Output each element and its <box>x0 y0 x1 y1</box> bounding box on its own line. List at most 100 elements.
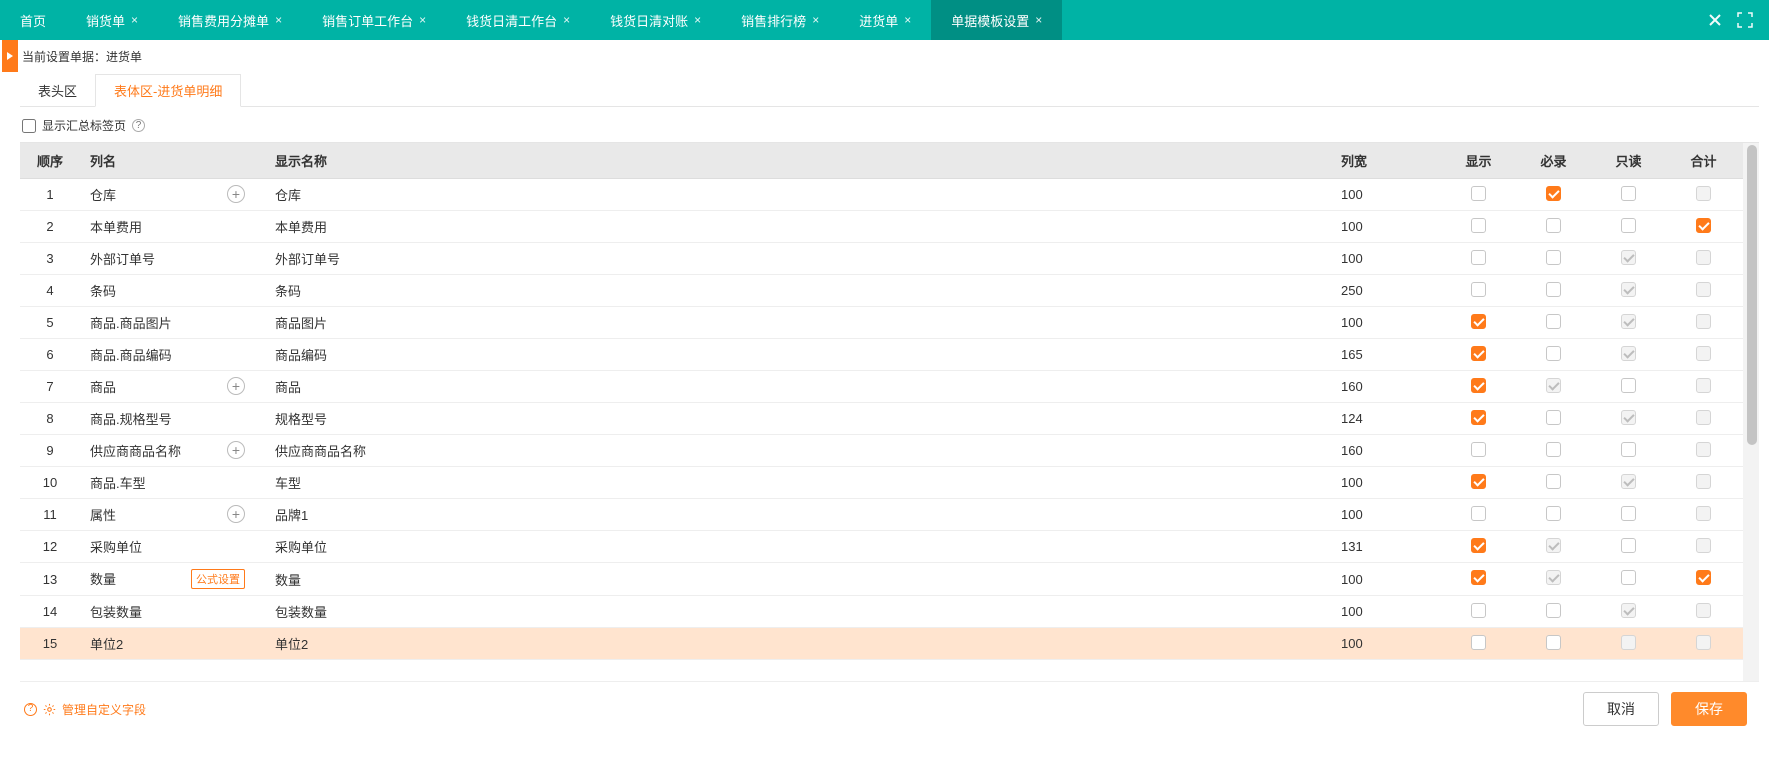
cell-display[interactable]: 品牌1 <box>265 499 1331 531</box>
scrollbar-thumb[interactable] <box>1747 145 1757 445</box>
cell-display[interactable]: 采购单位 <box>265 531 1331 563</box>
checkbox[interactable] <box>1471 314 1486 329</box>
checkbox[interactable] <box>1621 442 1636 457</box>
checkbox[interactable] <box>1471 474 1486 489</box>
close-icon[interactable]: × <box>812 13 819 27</box>
checkbox[interactable] <box>1471 635 1486 650</box>
cell-width[interactable]: 131 <box>1331 531 1441 563</box>
checkbox[interactable] <box>1471 186 1486 201</box>
cell-display[interactable]: 仓库 <box>265 179 1331 211</box>
checkbox[interactable] <box>1471 442 1486 457</box>
cell-display[interactable]: 包装数量 <box>265 596 1331 628</box>
manage-custom-fields-link[interactable]: ? 管理自定义字段 <box>24 701 146 718</box>
cell-display[interactable]: 本单费用 <box>265 211 1331 243</box>
table-row[interactable]: 9供应商商品名称+供应商商品名称160 <box>20 435 1759 467</box>
cell-width[interactable]: 100 <box>1331 243 1441 275</box>
sub-tab-0[interactable]: 表头区 <box>20 75 95 106</box>
close-icon[interactable]: × <box>694 13 701 27</box>
table-row[interactable]: 12采购单位采购单位131 <box>20 531 1759 563</box>
checkbox[interactable] <box>1471 603 1486 618</box>
cell-display[interactable]: 商品编码 <box>265 339 1331 371</box>
help-icon[interactable]: ? <box>24 703 37 716</box>
cell-display[interactable]: 规格型号 <box>265 403 1331 435</box>
checkbox[interactable] <box>1621 570 1636 585</box>
add-icon[interactable]: + <box>227 185 245 203</box>
cell-display[interactable]: 车型 <box>265 467 1331 499</box>
cell-width[interactable]: 100 <box>1331 499 1441 531</box>
add-icon[interactable]: + <box>227 377 245 395</box>
top-tab-7[interactable]: 进货单× <box>839 0 931 40</box>
checkbox[interactable] <box>1546 603 1561 618</box>
add-icon[interactable]: + <box>227 441 245 459</box>
close-all-icon[interactable] <box>1707 12 1723 28</box>
checkbox[interactable] <box>1546 186 1561 201</box>
table-row[interactable]: 6商品.商品编码商品编码165 <box>20 339 1759 371</box>
table-row[interactable]: 7商品+商品160 <box>20 371 1759 403</box>
table-row[interactable]: 15单位2单位2100 <box>20 628 1759 660</box>
checkbox[interactable] <box>1471 538 1486 553</box>
top-tab-2[interactable]: 销售费用分摊单× <box>158 0 302 40</box>
checkbox[interactable] <box>1696 570 1711 585</box>
top-tab-1[interactable]: 销货单× <box>66 0 158 40</box>
sub-tab-1[interactable]: 表体区-进货单明细 <box>95 74 241 107</box>
top-tab-5[interactable]: 钱货日清对账× <box>590 0 721 40</box>
table-row[interactable]: 10商品.车型车型100 <box>20 467 1759 499</box>
table-row[interactable]: 5商品.商品图片商品图片100 <box>20 307 1759 339</box>
table-row[interactable]: 13数量公式设置数量100 <box>20 563 1759 596</box>
checkbox[interactable] <box>1621 506 1636 521</box>
cell-width[interactable]: 124 <box>1331 403 1441 435</box>
close-icon[interactable]: × <box>419 13 426 27</box>
checkbox[interactable] <box>1471 410 1486 425</box>
add-icon[interactable]: + <box>227 505 245 523</box>
checkbox[interactable] <box>1546 506 1561 521</box>
fullscreen-icon[interactable] <box>1737 12 1753 28</box>
cell-width[interactable]: 100 <box>1331 179 1441 211</box>
checkbox[interactable] <box>1546 442 1561 457</box>
top-tab-0[interactable]: 首页 <box>0 0 66 40</box>
table-row[interactable]: 3外部订单号外部订单号100 <box>20 243 1759 275</box>
top-tab-4[interactable]: 钱货日清工作台× <box>446 0 590 40</box>
close-icon[interactable]: × <box>563 13 570 27</box>
table-row[interactable]: 2本单费用本单费用100 <box>20 211 1759 243</box>
checkbox[interactable] <box>1621 378 1636 393</box>
checkbox[interactable] <box>1471 218 1486 233</box>
cell-display[interactable]: 商品图片 <box>265 307 1331 339</box>
cell-width[interactable]: 100 <box>1331 563 1441 596</box>
checkbox[interactable] <box>1546 282 1561 297</box>
checkbox[interactable] <box>1546 410 1561 425</box>
checkbox[interactable] <box>1471 378 1486 393</box>
checkbox[interactable] <box>1696 218 1711 233</box>
cell-width[interactable]: 250 <box>1331 275 1441 307</box>
checkbox[interactable] <box>1621 538 1636 553</box>
cell-display[interactable]: 供应商商品名称 <box>265 435 1331 467</box>
cell-width[interactable]: 100 <box>1331 211 1441 243</box>
checkbox[interactable] <box>1546 346 1561 361</box>
close-icon[interactable]: × <box>131 13 138 27</box>
top-tab-3[interactable]: 销售订单工作台× <box>302 0 446 40</box>
cell-width[interactable]: 160 <box>1331 435 1441 467</box>
close-icon[interactable]: × <box>904 13 911 27</box>
checkbox[interactable] <box>1621 186 1636 201</box>
checkbox[interactable] <box>1471 346 1486 361</box>
top-tab-8[interactable]: 单据模板设置× <box>931 0 1062 40</box>
close-icon[interactable]: × <box>275 13 282 27</box>
checkbox[interactable] <box>1546 474 1561 489</box>
cell-display[interactable]: 商品 <box>265 371 1331 403</box>
cell-width[interactable]: 100 <box>1331 467 1441 499</box>
table-row[interactable]: 4条码条码250 <box>20 275 1759 307</box>
checkbox[interactable] <box>1471 570 1486 585</box>
checkbox[interactable] <box>1621 218 1636 233</box>
help-icon[interactable]: ? <box>132 119 145 132</box>
cancel-button[interactable]: 取消 <box>1583 692 1659 726</box>
table-row[interactable]: 8商品.规格型号规格型号124 <box>20 403 1759 435</box>
cell-display[interactable]: 数量 <box>265 563 1331 596</box>
checkbox[interactable] <box>1546 314 1561 329</box>
checkbox[interactable] <box>1471 506 1486 521</box>
cell-width[interactable]: 100 <box>1331 307 1441 339</box>
cell-width[interactable]: 160 <box>1331 371 1441 403</box>
checkbox[interactable] <box>1471 282 1486 297</box>
table-row[interactable]: 14包装数量包装数量100 <box>20 596 1759 628</box>
formula-settings-tag[interactable]: 公式设置 <box>191 569 245 589</box>
vertical-scrollbar[interactable] <box>1743 143 1759 681</box>
table-row[interactable]: 11属性+品牌1100 <box>20 499 1759 531</box>
